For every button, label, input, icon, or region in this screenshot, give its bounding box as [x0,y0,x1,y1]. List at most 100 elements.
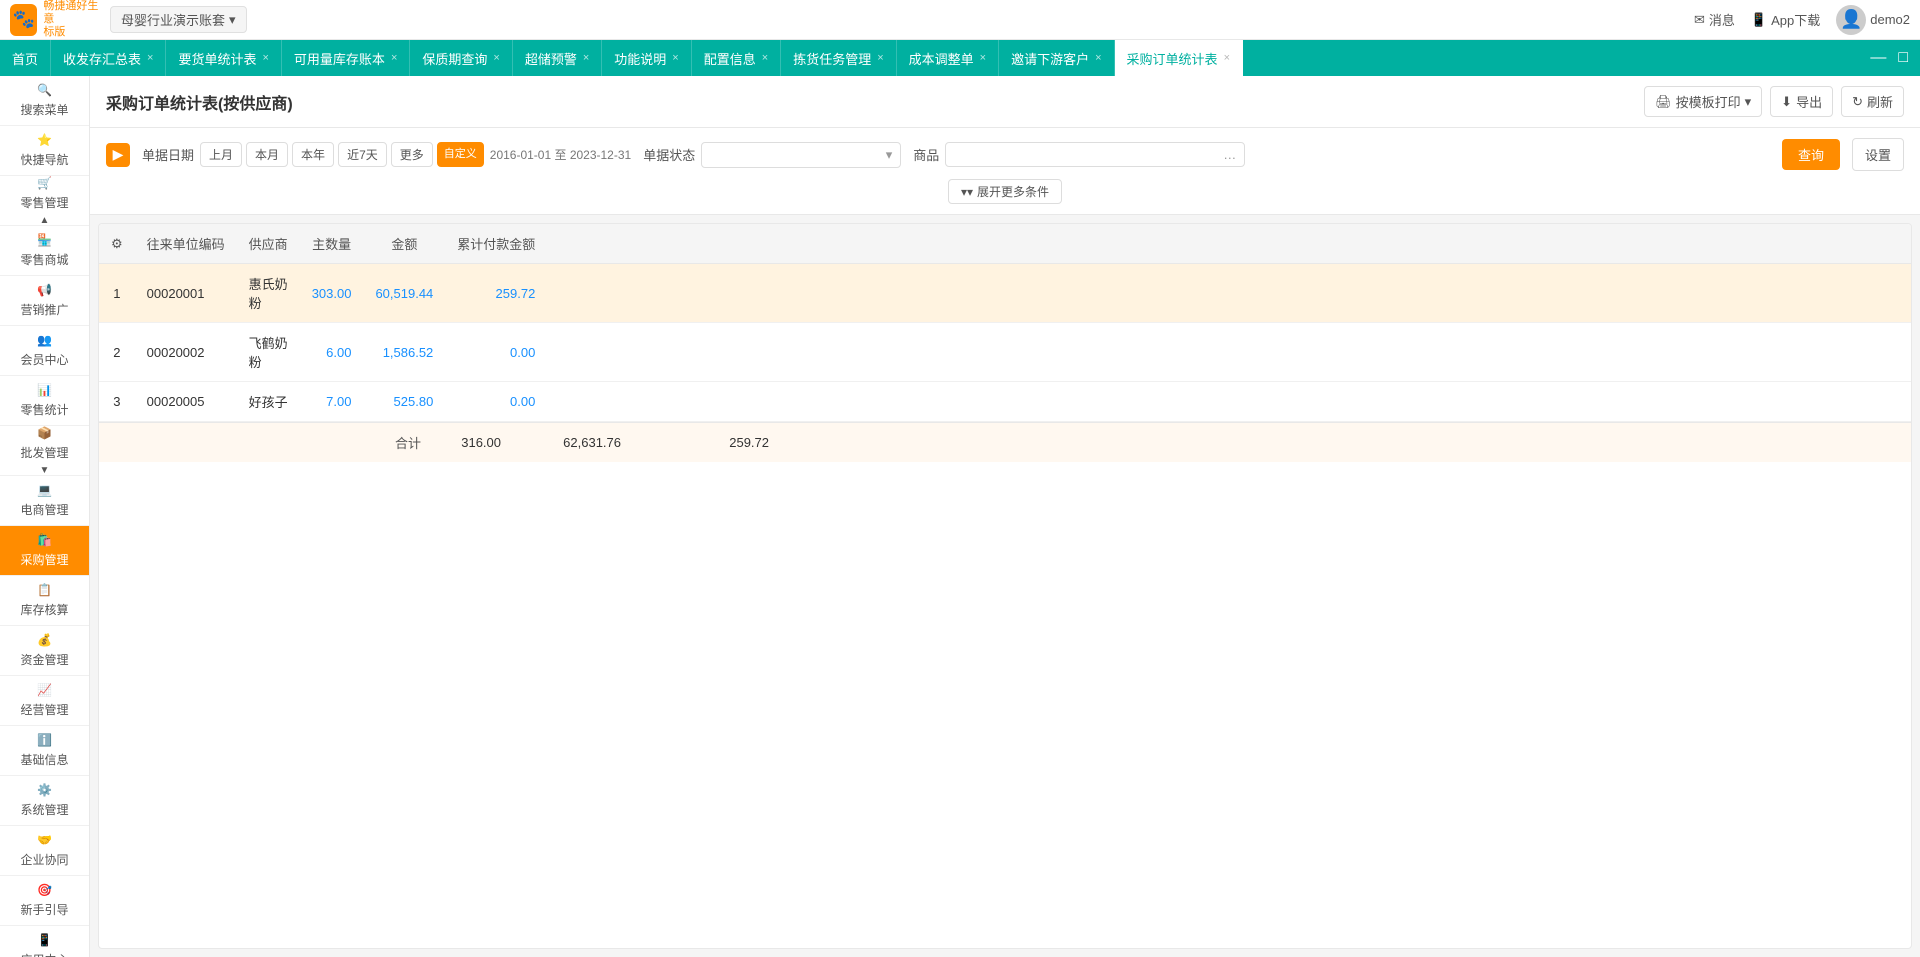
sidebar-item-corp[interactable]: 🤝 企业协同 [0,826,89,876]
sidebar-item-marketing[interactable]: 📢 营销推广 [0,276,89,326]
col-code: 往来单位编码 [135,224,237,264]
row-qty[interactable]: 6.00 [300,323,364,382]
close-icon[interactable]: × [672,52,678,64]
sidebar-item-quicknav[interactable]: ⭐ 快捷导航 [0,126,89,176]
sidebar-item-inventory[interactable]: 📋 库存核算 [0,576,89,626]
star-icon: ⭐ [37,133,52,147]
footer-label: 合计 [161,433,421,452]
table-row[interactable]: 1 00020001 惠氏奶粉 303.00 60,519.44 259.72 [99,264,1911,323]
close-icon[interactable]: × [583,52,589,64]
row-qty[interactable]: 7.00 [300,382,364,422]
date-btn-7days[interactable]: 近7天 [338,142,387,167]
settings-icon[interactable]: ⚙ [111,236,123,251]
main-layout: 🔍 搜索菜单 ⭐ 快捷导航 🛒 零售管理 ▲ 🏪 零售商城 📢 营销推广 👥 会… [0,76,1920,957]
date-buttons: 上月 本月 本年 近7天 更多 自定义 [200,142,484,167]
sidebar-item-mall[interactable]: 🏪 零售商城 [0,226,89,276]
sidebar-item-operation[interactable]: 📈 经营管理 [0,676,89,726]
export-button[interactable]: ⬇ 导出 [1770,86,1833,117]
store-icon: 🏪 [37,233,52,247]
app-download-button[interactable]: 📱 App下载 [1751,10,1820,29]
row-paid[interactable]: 0.00 [445,382,547,422]
download-icon: 📱 [1751,12,1767,28]
table-row[interactable]: 3 00020005 好孩子 7.00 525.80 0.00 [99,382,1911,422]
tab-caigou-active[interactable]: 采购订单统计表 × [1115,40,1243,76]
top-bar-right: ✉ 消息 📱 App下载 👤 demo2 [1694,5,1910,35]
close-icon[interactable]: × [262,52,268,64]
row-paid[interactable]: 0.00 [445,323,547,382]
sidebar-item-member[interactable]: 👥 会员中心 [0,326,89,376]
close-icon[interactable]: × [391,52,397,64]
sidebar-item-guide[interactable]: 🎯 新手引导 [0,876,89,926]
content-area: 采购订单统计表(按供应商) 🖨 按模板打印 ▾ ⬇ 导出 ↻ 刷新 [90,76,1920,957]
tab-gongneng[interactable]: 功能说明 × [602,40,691,76]
sidebar-item-purchase[interactable]: 🛍️ 采购管理 [0,526,89,576]
user-menu[interactable]: 👤 demo2 [1836,5,1910,35]
tab-chaochuyujing[interactable]: 超储预警 × [513,40,602,76]
status-select[interactable]: ▾ [701,142,901,168]
tab-yaohuo[interactable]: 要货单统计表 × [166,40,281,76]
top-bar: 🐾 畅捷通好生意 标版 母婴行业演示账套 ▾ ✉ 消息 📱 App下载 👤 de… [0,0,1920,40]
trending-icon: 📈 [37,683,52,697]
sidebar-item-retail-stat[interactable]: 📊 零售统计 [0,376,89,426]
row-supplier: 惠氏奶粉 [237,264,300,323]
row-qty[interactable]: 303.00 [300,264,364,323]
date-btn-thismonth[interactable]: 本月 [246,142,288,167]
logo-area: 🐾 畅捷通好生意 标版 [10,0,100,39]
tab-chengben[interactable]: 成本调整单 × [897,40,999,76]
tab-peizhi[interactable]: 配置信息 × [692,40,781,76]
sidebar-item-system[interactable]: ⚙️ 系统管理 [0,776,89,826]
footer-amount: 62,631.76 [541,435,661,450]
close-icon[interactable]: × [980,52,986,64]
refresh-button[interactable]: ↻ 刷新 [1841,86,1904,117]
close-icon[interactable]: × [1224,52,1230,64]
maximize-icon[interactable]: □ [1894,49,1912,67]
tab-home[interactable]: 首页 [0,40,51,76]
filter-toggle-button[interactable]: ▶ [106,143,130,167]
laptop-icon: 💻 [37,483,52,497]
row-amount[interactable]: 60,519.44 [363,264,445,323]
sidebar-item-basic[interactable]: ℹ️ 基础信息 [0,726,89,776]
col-settings[interactable]: ⚙ [99,224,135,264]
close-icon[interactable]: × [762,52,768,64]
expand-more-button[interactable]: ▾▾ 展开更多条件 [948,179,1062,204]
goods-input[interactable] [954,147,1219,162]
shopping-icon: 🛍️ [37,533,52,547]
sidebar-item-retail[interactable]: 🛒 零售管理 ▲ [0,176,89,226]
settings-button[interactable]: 设置 [1852,138,1904,171]
tab-baozhi[interactable]: 保质期查询 × [410,40,512,76]
close-icon[interactable]: × [493,52,499,64]
tab-shofazun[interactable]: 收发存汇总表 × [51,40,166,76]
row-amount[interactable]: 1,586.52 [363,323,445,382]
expand-icon: ▼ [40,465,50,476]
tab-keyongliang[interactable]: 可用量库存账本 × [282,40,410,76]
tab-jianhuo[interactable]: 拣货任务管理 × [781,40,896,76]
date-label: 单据日期 [142,145,194,164]
date-btn-more[interactable]: 更多 [391,142,433,167]
row-paid[interactable]: 259.72 [445,264,547,323]
message-button[interactable]: ✉ 消息 [1694,10,1735,29]
info-icon: ℹ️ [37,733,52,747]
footer-qty: 316.00 [421,435,541,450]
workspace-selector[interactable]: 母婴行业演示账套 ▾ [110,6,247,33]
sidebar-item-appstore[interactable]: 📱 应用中心 [0,926,89,957]
close-icon[interactable]: × [1095,52,1101,64]
table-row[interactable]: 2 00020002 飞鹤奶粉 6.00 1,586.52 0.00 [99,323,1911,382]
date-btn-thisyear[interactable]: 本年 [292,142,334,167]
date-btn-lastmonth[interactable]: 上月 [200,142,242,167]
sidebar-item-search[interactable]: 🔍 搜索菜单 [0,76,89,126]
export-icon: ⬇ [1781,94,1792,110]
tab-yaoqing[interactable]: 邀请下游客户 × [999,40,1114,76]
minimize-icon[interactable]: — [1866,49,1890,67]
row-amount[interactable]: 525.80 [363,382,445,422]
box-icon: 📦 [37,426,52,440]
sidebar-item-ecommerce[interactable]: 💻 电商管理 [0,476,89,526]
target-icon: 🎯 [37,883,52,897]
close-icon[interactable]: × [877,52,883,64]
close-icon[interactable]: × [147,52,153,64]
print-button[interactable]: 🖨 按模板打印 ▾ [1644,86,1762,117]
sidebar-item-wholesale[interactable]: 📦 批发管理 ▼ [0,426,89,476]
message-icon: ✉ [1694,12,1705,28]
sidebar-item-finance[interactable]: 💰 资金管理 [0,626,89,676]
table-container: ⚙ 往来单位编码 供应商 主数量 金额 累计付款金额 1 00020001 惠氏… [98,223,1912,949]
search-button[interactable]: 查询 [1782,139,1840,170]
